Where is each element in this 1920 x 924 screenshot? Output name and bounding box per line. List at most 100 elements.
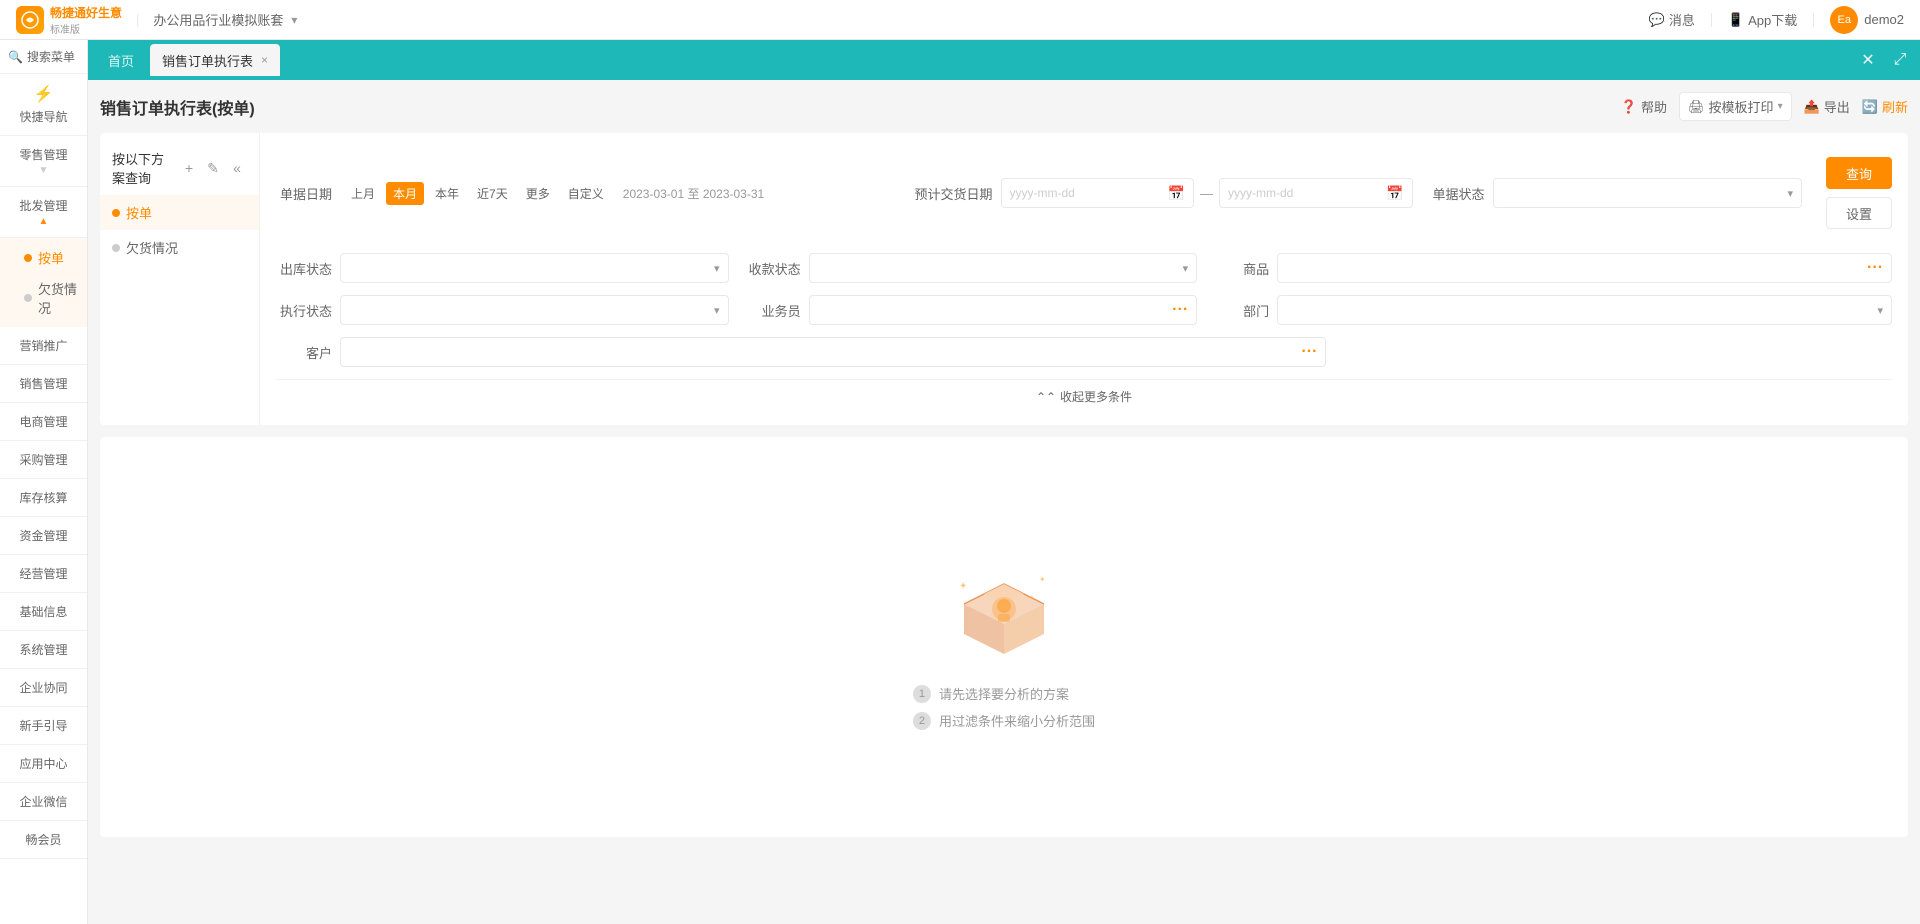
- add-scheme-button[interactable]: +: [179, 158, 199, 178]
- filter-sidebar-icons: + ✎ «: [179, 158, 247, 178]
- sidebar: 🔍 搜索菜单 ⚡ 快捷导航 零售管理 ▼ 批发管理 ▲ 按单 欠货情况 营销推: [0, 40, 88, 924]
- sidebar-item-ecommerce[interactable]: 电商管理: [0, 403, 87, 441]
- sidebar-item-inventory[interactable]: 库存核算: [0, 479, 87, 517]
- quick-nav-icon: ⚡: [34, 84, 54, 104]
- sidebar-item-appcenter[interactable]: 应用中心: [0, 745, 87, 783]
- date-preset-7days[interactable]: 近7天: [470, 182, 515, 205]
- expand-icon: ▼: [39, 165, 49, 176]
- tab-close-all-button[interactable]: ✕: [1856, 48, 1880, 72]
- empty-tip-1: 1 请先选择要分析的方案: [913, 684, 1095, 703]
- top-bar-right: 💬 消息 📱 App下载 Ea demo2: [1649, 6, 1904, 34]
- sidebar-item-label: 零售管理: [19, 146, 67, 163]
- sidebar-item-wechat[interactable]: 企业微信: [0, 783, 87, 821]
- page-header: 销售订单执行表(按单) ❓ 帮助 🖨 按模板打印 ▾ 📤 导出: [100, 92, 1908, 121]
- help-button[interactable]: ❓ 帮助: [1621, 97, 1667, 116]
- filter-row-4: 客户 ···: [276, 337, 1892, 367]
- print-dropdown-icon: ▾: [1778, 101, 1783, 112]
- customer-more-icon[interactable]: ···: [1301, 343, 1317, 361]
- sidebar-item-finance[interactable]: 资金管理: [0, 517, 87, 555]
- message-label: 消息: [1669, 10, 1695, 29]
- print-button[interactable]: 🖨 按模板打印 ▾: [1679, 92, 1792, 121]
- sidebar-item-label: 销售管理: [19, 375, 67, 392]
- expand-icon2: ▲: [39, 216, 49, 227]
- tab-sales-execution[interactable]: 销售订单执行表 ×: [150, 44, 280, 76]
- date-preset-more[interactable]: 更多: [519, 182, 557, 205]
- date-range-text: 2023-03-01 至 2023-03-31: [623, 185, 764, 202]
- sidebar-item-basic[interactable]: 基础信息: [0, 593, 87, 631]
- out-status-select[interactable]: ▾: [340, 253, 729, 283]
- exec-status-field: 执行状态 ▾: [276, 295, 729, 325]
- date-preset-last-month[interactable]: 上月: [344, 182, 382, 205]
- search-icon: 🔍: [8, 50, 23, 64]
- bill-status-arrow-icon: ▾: [1787, 187, 1793, 200]
- active-dot: [24, 254, 32, 262]
- tab-bar: 首页 销售订单执行表 × ✕ ⤢: [88, 40, 1920, 80]
- message-button[interactable]: 💬 消息: [1649, 10, 1695, 29]
- sub-menu-item-欠货情况[interactable]: 欠货情况: [16, 273, 87, 323]
- exec-status-select[interactable]: ▾: [340, 295, 729, 325]
- sidebar-item-sales[interactable]: 销售管理: [0, 365, 87, 403]
- date-preset-custom[interactable]: 自定义: [561, 182, 611, 205]
- collapse-scheme-button[interactable]: «: [227, 158, 247, 178]
- salesman-more-icon[interactable]: ···: [1172, 301, 1188, 319]
- scheme-item-按单[interactable]: 按单: [100, 195, 259, 230]
- goods-field: 商品 ···: [1213, 253, 1892, 283]
- collapse-icon: «: [233, 160, 241, 176]
- print-label: 按模板打印: [1709, 97, 1774, 116]
- sidebar-item-marketing[interactable]: 营销推广: [0, 327, 87, 365]
- date-from-input[interactable]: yyyy-mm-dd 📅: [1001, 178, 1195, 208]
- edit-scheme-button[interactable]: ✎: [203, 158, 223, 178]
- receipt-status-select[interactable]: ▾: [809, 253, 1198, 283]
- sub-menu-item-按单[interactable]: 按单: [16, 242, 87, 273]
- sidebar-item-member[interactable]: 畅会员: [0, 821, 87, 859]
- wholesale-sub-menu: 按单 欠货情况: [0, 238, 87, 327]
- sidebar-item-purchase[interactable]: 采购管理: [0, 441, 87, 479]
- tab-home[interactable]: 首页: [96, 44, 146, 76]
- calendar-from-icon: 📅: [1168, 185, 1185, 202]
- date-preset-this-month[interactable]: 本月: [386, 182, 424, 205]
- sidebar-item-label: 经营管理: [19, 565, 67, 582]
- goods-label: 商品: [1213, 259, 1269, 278]
- out-status-label: 出库状态: [276, 259, 332, 278]
- app-download-icon: 📱: [1728, 12, 1744, 28]
- salesman-select[interactable]: ···: [809, 295, 1198, 325]
- bill-date-field: 单据日期 上月 本月 本年 近7天 更多 自定义 2023-03-01 至 20…: [276, 182, 899, 205]
- sidebar-item-wholesale[interactable]: 批发管理 ▲: [0, 187, 87, 238]
- sidebar-item-retail[interactable]: 零售管理 ▼: [0, 136, 87, 187]
- sidebar-item-operation[interactable]: 经营管理: [0, 555, 87, 593]
- sidebar-item-quick-nav[interactable]: ⚡ 快捷导航: [0, 74, 87, 136]
- sidebar-item-label: 畅会员: [25, 831, 61, 848]
- sidebar-item-system[interactable]: 系统管理: [0, 631, 87, 669]
- user-area[interactable]: Ea demo2: [1830, 6, 1904, 34]
- app-logo-icon: [16, 6, 44, 34]
- goods-select[interactable]: ···: [1277, 253, 1892, 283]
- date-preset-this-year[interactable]: 本年: [428, 182, 466, 205]
- query-button[interactable]: 查询: [1826, 157, 1892, 189]
- search-menu-button[interactable]: 🔍 搜索菜单: [0, 40, 87, 74]
- export-button[interactable]: 📤 导出: [1804, 97, 1850, 116]
- inactive-scheme-dot: [112, 244, 120, 252]
- bill-date-label: 单据日期: [276, 184, 332, 203]
- app-download-button[interactable]: 📱 App下载: [1728, 10, 1797, 29]
- tab-close-icon[interactable]: ×: [261, 53, 268, 67]
- settings-button[interactable]: 设置: [1826, 197, 1892, 229]
- inactive-dot: [24, 294, 32, 302]
- bill-status-select[interactable]: ▾: [1493, 178, 1803, 208]
- sidebar-item-guide[interactable]: 新手引导: [0, 707, 87, 745]
- date-to-input[interactable]: yyyy-mm-dd 📅: [1219, 178, 1413, 208]
- dept-select[interactable]: ▾: [1277, 295, 1892, 325]
- tab-expand-button[interactable]: ⤢: [1888, 48, 1912, 72]
- sidebar-item-enterprise[interactable]: 企业协同: [0, 669, 87, 707]
- refresh-button[interactable]: 🔄 刷新: [1862, 97, 1908, 116]
- tip-text-1: 请先选择要分析的方案: [939, 684, 1069, 703]
- filter-sidebar: 按以下方案查询 + ✎ «: [100, 133, 260, 425]
- breadcrumb: 办公用品行业模拟账套: [153, 10, 283, 29]
- collapse-button[interactable]: ⌃⌃ 收起更多条件: [276, 379, 1892, 413]
- refresh-icon: 🔄: [1862, 99, 1878, 115]
- breadcrumb-dropdown-icon[interactable]: ▾: [291, 13, 297, 27]
- sub-item-label2: 欠货情况: [38, 279, 79, 317]
- scheme-item-欠货情况[interactable]: 欠货情况: [100, 230, 259, 265]
- sidebar-item-label: 系统管理: [19, 641, 67, 658]
- goods-more-icon[interactable]: ···: [1867, 259, 1883, 277]
- customer-select[interactable]: ···: [340, 337, 1326, 367]
